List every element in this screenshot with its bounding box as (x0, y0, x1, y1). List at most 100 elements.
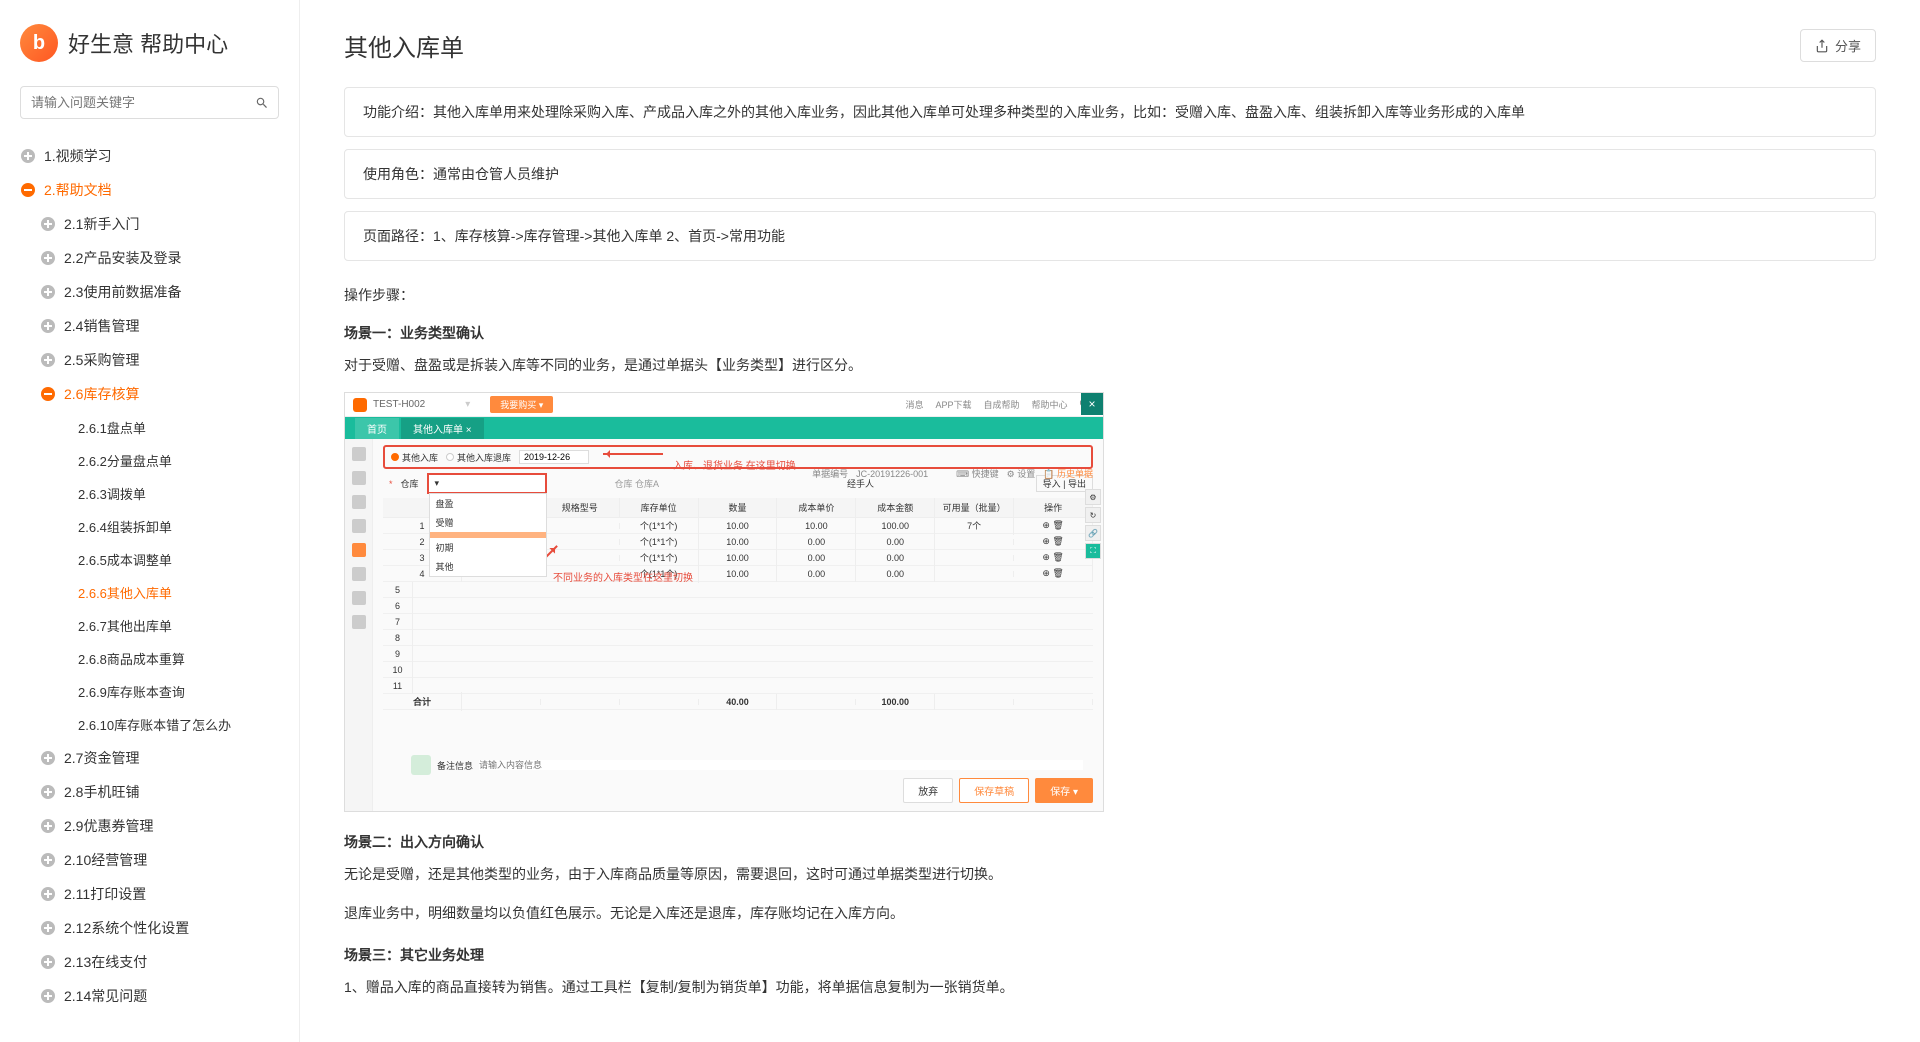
operation-section: 操作步骤： 场景一：业务类型确认 对于受赠、盘盈或是拆装入库等不同的业务，是通过… (344, 285, 1876, 1000)
expand-icon (40, 216, 56, 232)
share-button[interactable]: 分享 (1800, 29, 1876, 62)
nav-label: 2.2产品安装及登录 (64, 248, 181, 268)
role-label: 使用角色： (363, 166, 433, 182)
scenario1-desc: 对于受赠、盘盈或是拆装入库等不同的业务，是通过单据头【业务类型】进行区分。 (344, 353, 1876, 378)
nav-label: 2.6.9库存账本查询 (78, 682, 185, 701)
nav-item[interactable]: 2.7资金管理 (20, 741, 279, 775)
nav-item[interactable]: 2.6.1盘点单 (20, 411, 279, 444)
nav-item[interactable]: 2.6.9库存账本查询 (20, 675, 279, 708)
path-label: 页面路径： (363, 228, 433, 244)
nav-label: 2.6.6其他入库单 (78, 583, 172, 602)
logo-text: 好生意 帮助中心 (68, 27, 228, 59)
logo-icon: b (20, 24, 58, 62)
share-icon (1815, 39, 1829, 53)
page-title: 其他入库单 (344, 28, 464, 63)
scenario3-desc: 1、赠品入库的商品直接转为销售。通过工具栏【复制/复制为销货单】功能，将单据信息… (344, 975, 1876, 1000)
function-box: 功能介绍：其他入库单用来处理除采购入库、产成品入库之外的其他入库业务，因此其他入… (344, 87, 1876, 137)
nav-item[interactable]: 2.6库存核算 (20, 377, 279, 411)
nav-item[interactable]: 2.3使用前数据准备 (20, 275, 279, 309)
expand-icon (40, 954, 56, 970)
nav-item[interactable]: 2.6.4组装拆卸单 (20, 510, 279, 543)
expand-icon (40, 818, 56, 834)
nav-label: 2.6.2分量盘点单 (78, 451, 172, 470)
nav-label: 2.6库存核算 (64, 384, 139, 404)
scenario1-title: 场景一：业务类型确认 (344, 323, 1876, 343)
scenario2-desc2: 退库业务中，明细数量均以负值红色展示。无论是入库还是退库，库存账均记在入库方向。 (344, 901, 1876, 926)
embedded-screenshot: TEST-H002 ▾ 我要购买 ▾ 消息APP下载自成帮助帮助中心C C 首页… (344, 392, 1104, 812)
nav-item[interactable]: 2.6.5成本调整单 (20, 543, 279, 576)
expand-icon (40, 352, 56, 368)
nav-item[interactable]: 2.9优惠券管理 (20, 809, 279, 843)
collapse-icon (40, 386, 56, 402)
function-label: 功能介绍： (363, 104, 433, 120)
expand-icon (40, 284, 56, 300)
nav-label: 2.10经营管理 (64, 850, 147, 870)
scenario3-title: 场景三：其它业务处理 (344, 945, 1876, 965)
nav-label: 2.11打印设置 (64, 884, 146, 904)
nav-label: 2.帮助文档 (44, 180, 112, 200)
nav-label: 2.4销售管理 (64, 316, 139, 336)
search-input[interactable] (20, 86, 279, 119)
scenario2-desc1: 无论是受赠，还是其他类型的业务，由于入库商品质量等原因，需要退回，这时可通过单据… (344, 862, 1876, 887)
nav-item[interactable]: 2.13在线支付 (20, 945, 279, 979)
role-box: 使用角色：通常由仓管人员维护 (344, 149, 1876, 199)
expand-icon (40, 784, 56, 800)
path-text: 1、库存核算->库存管理->其他入库单 2、首页->常用功能 (433, 228, 785, 244)
nav-label: 1.视频学习 (44, 146, 112, 166)
nav-item[interactable]: 2.4销售管理 (20, 309, 279, 343)
nav-label: 2.6.1盘点单 (78, 418, 146, 437)
nav-label: 2.3使用前数据准备 (64, 282, 181, 302)
nav-list: 1.视频学习 2.帮助文档 2.1新手入门 2.2产品安装及登录 2.3使用前数据准备 2… (20, 139, 279, 1013)
expand-icon (20, 148, 36, 164)
role-text: 通常由仓管人员维护 (433, 166, 559, 182)
nav-item[interactable]: 1.视频学习 (20, 139, 279, 173)
nav-label: 2.8手机旺铺 (64, 782, 139, 802)
nav-item[interactable]: 2.5采购管理 (20, 343, 279, 377)
page-header: 其他入库单 分享 (344, 28, 1876, 63)
nav-label: 2.6.5成本调整单 (78, 550, 172, 569)
nav-item[interactable]: 2.6.3调拨单 (20, 477, 279, 510)
sidebar: b 好生意 帮助中心 1.视频学习 2.帮助文档 2.1新手入门 2.2产品安装及登录… (0, 0, 300, 1042)
nav-label: 2.5采购管理 (64, 350, 139, 370)
nav-label: 2.6.4组装拆卸单 (78, 517, 172, 536)
expand-icon (40, 250, 56, 266)
path-box: 页面路径：1、库存核算->库存管理->其他入库单 2、首页->常用功能 (344, 211, 1876, 261)
nav-label: 2.6.8商品成本重算 (78, 649, 185, 668)
logo-area: b 好生意 帮助中心 (20, 24, 279, 62)
collapse-icon (20, 182, 36, 198)
scenario2-title: 场景二：出入方向确认 (344, 832, 1876, 852)
search-box (20, 86, 279, 119)
nav-item[interactable]: 2.帮助文档 (20, 173, 279, 207)
expand-icon (40, 886, 56, 902)
nav-item[interactable]: 2.8手机旺铺 (20, 775, 279, 809)
nav-item[interactable]: 2.10经营管理 (20, 843, 279, 877)
nav-item[interactable]: 2.6.7其他出库单 (20, 609, 279, 642)
operation-label: 操作步骤： (344, 285, 1876, 305)
nav-label: 2.1新手入门 (64, 214, 139, 234)
expand-icon (40, 988, 56, 1004)
nav-label: 2.9优惠券管理 (64, 816, 153, 836)
nav-label: 2.13在线支付 (64, 952, 147, 972)
nav-item[interactable]: 2.12系统个性化设置 (20, 911, 279, 945)
expand-icon (40, 318, 56, 334)
nav-label: 2.6.10库存账本错了怎么办 (78, 715, 231, 734)
nav-item[interactable]: 2.6.6其他入库单 (20, 576, 279, 609)
main-content: 其他入库单 分享 功能介绍：其他入库单用来处理除采购入库、产成品入库之外的其他入… (300, 0, 1920, 1042)
nav-item[interactable]: 2.6.10库存账本错了怎么办 (20, 708, 279, 741)
nav-item[interactable]: 2.14常见问题 (20, 979, 279, 1013)
search-icon[interactable] (255, 96, 269, 110)
share-label: 分享 (1835, 36, 1861, 55)
function-text: 其他入库单用来处理除采购入库、产成品入库之外的其他入库业务，因此其他入库单可处理… (433, 104, 1525, 120)
nav-item[interactable]: 2.11打印设置 (20, 877, 279, 911)
nav-label: 2.7资金管理 (64, 748, 139, 768)
expand-icon (40, 852, 56, 868)
nav-label: 2.6.7其他出库单 (78, 616, 172, 635)
expand-icon (40, 750, 56, 766)
nav-item[interactable]: 2.6.8商品成本重算 (20, 642, 279, 675)
nav-label: 2.14常见问题 (64, 986, 147, 1006)
nav-label: 2.12系统个性化设置 (64, 918, 189, 938)
nav-item[interactable]: 2.6.2分量盘点单 (20, 444, 279, 477)
nav-item[interactable]: 2.1新手入门 (20, 207, 279, 241)
nav-item[interactable]: 2.2产品安装及登录 (20, 241, 279, 275)
nav-label: 2.6.3调拨单 (78, 484, 146, 503)
